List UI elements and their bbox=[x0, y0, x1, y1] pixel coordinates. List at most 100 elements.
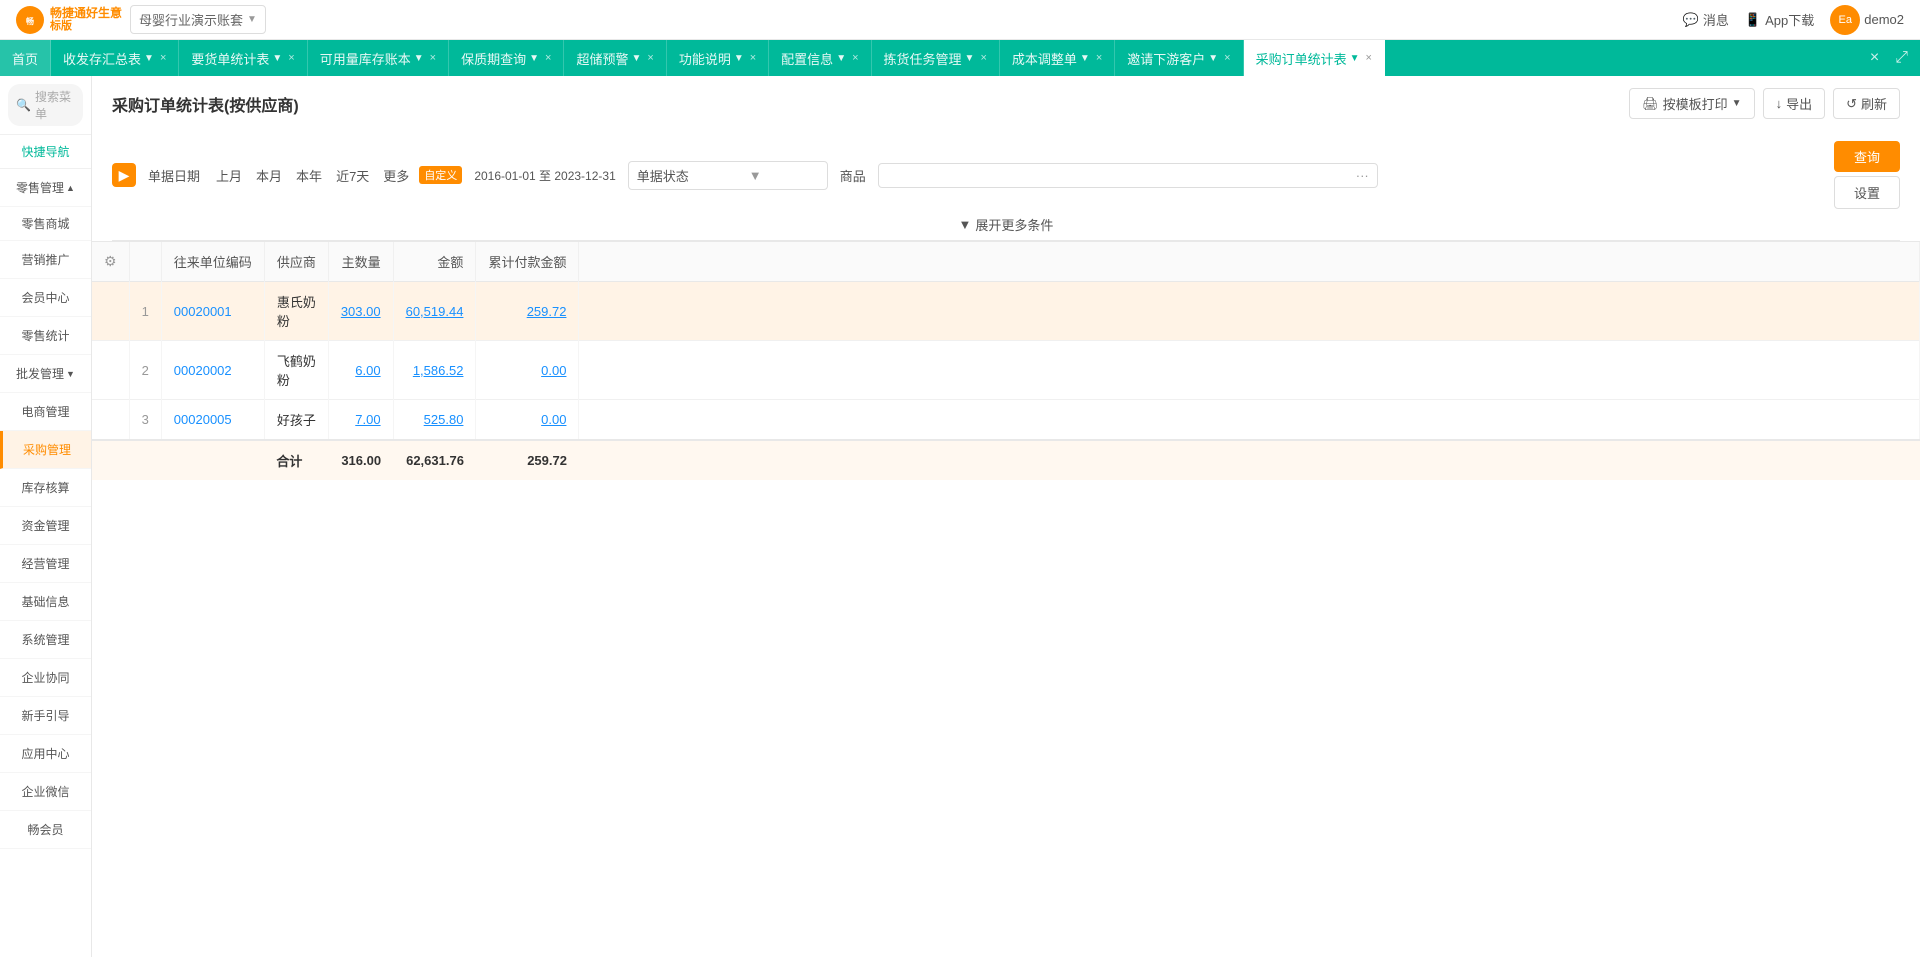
sidebar-item-changhui[interactable]: 畅会员 bbox=[0, 811, 91, 849]
sidebar-item-label: 零售统计 bbox=[21, 329, 69, 343]
close-all-tabs-button[interactable]: × bbox=[1866, 47, 1883, 69]
row-amount[interactable]: 60,519.44 bbox=[393, 282, 476, 341]
row-code[interactable]: 00020005 bbox=[161, 400, 264, 441]
settings-button[interactable]: 设置 bbox=[1834, 176, 1900, 209]
search-input-wrapper[interactable]: 🔍 搜索菜单 bbox=[8, 84, 83, 126]
sidebar-item-qiye[interactable]: 企业协同 bbox=[0, 659, 91, 697]
sidebar-item-dianshang[interactable]: 电商管理 bbox=[0, 393, 91, 431]
close-icon[interactable]: × bbox=[160, 52, 166, 64]
date-option-this-month[interactable]: 本月 bbox=[252, 164, 286, 187]
tab-baozhi[interactable]: 保质期查询 ▼ × bbox=[449, 40, 564, 76]
row-amount[interactable]: 525.80 bbox=[393, 400, 476, 441]
close-icon[interactable]: × bbox=[852, 52, 858, 64]
row-amount[interactable]: 1,586.52 bbox=[393, 341, 476, 400]
user-profile[interactable]: Ea demo2 bbox=[1830, 5, 1904, 35]
more-icon[interactable]: ··· bbox=[1356, 168, 1369, 183]
tab-yaohuo[interactable]: 要货单统计表 ▼ × bbox=[179, 40, 307, 76]
close-icon[interactable]: × bbox=[1224, 52, 1230, 64]
date-option-7days[interactable]: 近7天 bbox=[332, 164, 373, 187]
workspace-selector[interactable]: 母婴行业演示账套 ▼ bbox=[130, 5, 266, 34]
row-code[interactable]: 00020001 bbox=[161, 282, 264, 341]
row-paid[interactable]: 0.00 bbox=[476, 400, 579, 441]
sidebar-item-lingshao[interactable]: 零售管理 ▲ bbox=[0, 169, 91, 207]
close-icon[interactable]: × bbox=[647, 52, 653, 64]
sidebar-item-label: 采购管理 bbox=[23, 443, 71, 457]
sidebar-item-qiye-weixin[interactable]: 企业微信 bbox=[0, 773, 91, 811]
date-option-last-month[interactable]: 上月 bbox=[212, 164, 246, 187]
sidebar-item-huiyuan[interactable]: 会员中心 bbox=[0, 279, 91, 317]
app-download-button[interactable]: 📱 App下载 bbox=[1745, 10, 1814, 29]
restore-window-button[interactable]: ⤢ bbox=[1891, 47, 1912, 69]
sidebar-item-zijin[interactable]: 资金管理 bbox=[0, 507, 91, 545]
sidebar-item-label: 应用中心 bbox=[21, 747, 69, 761]
close-icon[interactable]: × bbox=[750, 52, 756, 64]
sidebar-item-yingxiao[interactable]: 营销推广 bbox=[0, 241, 91, 279]
row-quantity[interactable]: 7.00 bbox=[328, 400, 393, 441]
close-icon[interactable]: × bbox=[288, 52, 294, 64]
th-supplier: 供应商 bbox=[264, 242, 328, 282]
th-extra bbox=[579, 242, 1920, 282]
sidebar-item-yingyong[interactable]: 应用中心 bbox=[0, 735, 91, 773]
tab-tuohuo[interactable]: 拣货任务管理 ▼ × bbox=[872, 40, 1000, 76]
close-icon[interactable]: × bbox=[545, 52, 551, 64]
tab-shoufa[interactable]: 收发存汇总表 ▼ × bbox=[51, 40, 179, 76]
sidebar-item-xitong[interactable]: 系统管理 bbox=[0, 621, 91, 659]
tab-peizhi[interactable]: 配置信息 ▼ × bbox=[769, 40, 871, 76]
avatar: Ea bbox=[1830, 5, 1860, 35]
search-icon: 🔍 bbox=[16, 98, 31, 112]
sidebar-item-caigou[interactable]: 采购管理 bbox=[0, 431, 91, 469]
sidebar-item-pifa[interactable]: 批发管理 ▼ bbox=[0, 355, 91, 393]
sidebar-item-lingshao-tongji[interactable]: 零售统计 bbox=[0, 317, 91, 355]
sidebar-item-jingying[interactable]: 经营管理 bbox=[0, 545, 91, 583]
sidebar-item-label: 零售商城 bbox=[21, 217, 69, 231]
sidebar-item-kucun[interactable]: 库存核算 bbox=[0, 469, 91, 507]
page-header: 采购订单统计表(按供应商) 🖨 按模板打印 ▼ ↓ 导出 ↺ 刷新 bbox=[92, 76, 1920, 242]
tab-home[interactable]: 首页 bbox=[0, 40, 51, 76]
date-option-this-year[interactable]: 本年 bbox=[292, 164, 326, 187]
sidebar-item-xinshou[interactable]: 新手引导 bbox=[0, 697, 91, 735]
tab-keyongliang[interactable]: 可用量库存账本 ▼ × bbox=[308, 40, 449, 76]
refresh-button[interactable]: ↺ 刷新 bbox=[1833, 88, 1900, 119]
content-area: 采购订单统计表(按供应商) 🖨 按模板打印 ▼ ↓ 导出 ↺ 刷新 bbox=[92, 76, 1920, 957]
sidebar: 🔍 搜索菜单 快捷导航 零售管理 ▲ 零售商城 营销推广 会员中心 零售统计 bbox=[0, 76, 92, 957]
filter-toggle-button[interactable]: ▶ bbox=[112, 163, 136, 187]
status-filter[interactable]: 单据状态 ▼ bbox=[628, 161, 828, 190]
row-paid[interactable]: 259.72 bbox=[476, 282, 579, 341]
export-button[interactable]: ↓ 导出 bbox=[1763, 88, 1826, 119]
main-layout: 🔍 搜索菜单 快捷导航 零售管理 ▲ 零售商城 营销推广 会员中心 零售统计 bbox=[0, 76, 1920, 957]
goods-filter-input[interactable]: ··· bbox=[878, 163, 1378, 188]
column-settings-icon[interactable]: ⚙ bbox=[104, 253, 117, 269]
message-button[interactable]: 💬 消息 bbox=[1683, 10, 1729, 29]
chevron-down-icon: ▼ bbox=[414, 53, 424, 64]
sidebar-item-lingshao-shangcheng[interactable]: 零售商城 bbox=[0, 207, 91, 241]
date-option-more[interactable]: 更多 bbox=[379, 164, 413, 187]
close-icon[interactable]: × bbox=[430, 52, 436, 64]
close-icon[interactable]: × bbox=[1366, 52, 1372, 64]
row-quantity[interactable]: 6.00 bbox=[328, 341, 393, 400]
goods-filter-label: 商品 bbox=[840, 166, 866, 185]
th-seq bbox=[129, 242, 161, 282]
tab-yaoqing[interactable]: 邀请下游客户 ▼ × bbox=[1115, 40, 1243, 76]
row-supplier: 飞鹤奶粉 bbox=[264, 341, 328, 400]
expand-more-button[interactable]: ▼ 展开更多条件 bbox=[112, 209, 1900, 240]
date-custom-badge[interactable]: 自定义 bbox=[419, 166, 462, 184]
row-paid[interactable]: 0.00 bbox=[476, 341, 579, 400]
sidebar-item-jichu[interactable]: 基础信息 bbox=[0, 583, 91, 621]
sidebar-item-shortcut[interactable]: 快捷导航 bbox=[0, 135, 91, 169]
query-button[interactable]: 查询 bbox=[1834, 141, 1900, 172]
sidebar-item-label: 企业微信 bbox=[21, 785, 69, 799]
chevron-down-icon: ▼ bbox=[965, 53, 975, 64]
tab-chengben[interactable]: 成本调整单 ▼ × bbox=[1000, 40, 1115, 76]
close-icon[interactable]: × bbox=[980, 52, 986, 64]
logo-icon: 畅 bbox=[16, 6, 44, 34]
tab-caigou[interactable]: 采购订单统计表 ▼ × bbox=[1244, 40, 1385, 76]
template-print-button[interactable]: 🖨 按模板打印 ▼ bbox=[1629, 88, 1754, 119]
search-label: 搜索菜单 bbox=[35, 88, 75, 122]
tab-chaochubaoling[interactable]: 超储预警 ▼ × bbox=[564, 40, 666, 76]
row-quantity[interactable]: 303.00 bbox=[328, 282, 393, 341]
tab-gongneng[interactable]: 功能说明 ▼ × bbox=[667, 40, 769, 76]
row-code[interactable]: 00020002 bbox=[161, 341, 264, 400]
close-icon[interactable]: × bbox=[1096, 52, 1102, 64]
top-bar: 畅 畅捷通好生意 标版 母婴行业演示账套 ▼ 💬 消息 📱 App下载 Ea d… bbox=[0, 0, 1920, 40]
th-amount: 金额 bbox=[393, 242, 476, 282]
